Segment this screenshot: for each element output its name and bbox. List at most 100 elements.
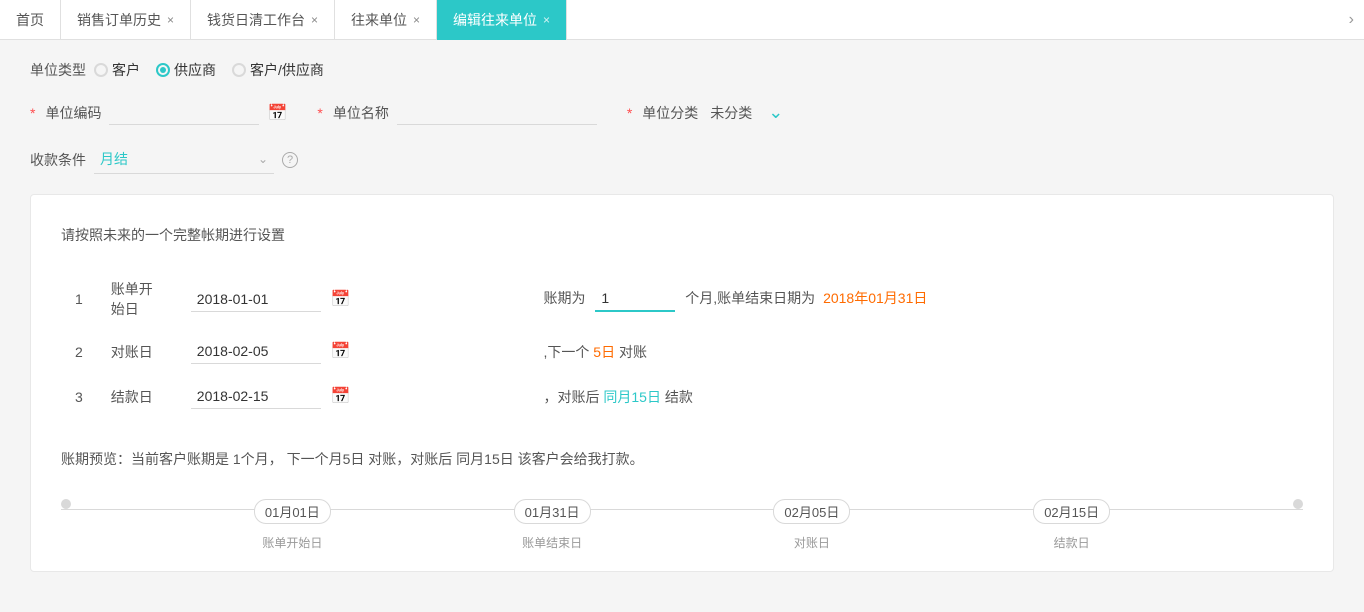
tab-cash-work-close[interactable]: × xyxy=(311,13,318,27)
tab-sales-history-close[interactable]: × xyxy=(167,13,174,27)
preview-3: 对账，对账后 xyxy=(368,451,452,467)
timeline-dot-end xyxy=(1293,499,1303,509)
step-1-name: 账单开始日 xyxy=(97,269,177,329)
unit-type-label: 单位类型 xyxy=(30,60,86,80)
radio-both-label: 客户/供应商 xyxy=(250,60,324,80)
preview-label: 账期预览：当前客户账期是 xyxy=(61,451,229,467)
step-1-period-cell: 账期为 个月,账单结束日期为 2018年01月31日 xyxy=(530,269,1304,329)
step-1-period-label: 账期为 xyxy=(544,290,586,306)
step-2-suffix-pre: ,下一个 xyxy=(544,344,590,360)
step-2-row: 2 对账日 📅 ,下一个 5日 对账 xyxy=(61,329,1303,374)
unit-name-star: * xyxy=(317,105,322,121)
steps-table: 1 账单开始日 📅 账期为 个月,账单结束日期为 2018年01月31日 xyxy=(61,269,1303,419)
unit-code-field: * 单位编码 000001 📅 xyxy=(30,100,287,125)
timeline-point-0: 01月01日 账单开始日 xyxy=(254,499,331,551)
step-3-date-cell: 📅 xyxy=(177,374,530,419)
tab-cash-work[interactable]: 钱货日清工作台 × xyxy=(191,0,335,40)
tabs-scroll-right[interactable]: › xyxy=(1339,11,1364,29)
timeline-badge-3: 02月15日 xyxy=(1033,499,1110,524)
unit-code-calendar-icon[interactable]: 📅 xyxy=(267,103,287,123)
step-1-date-input[interactable] xyxy=(191,287,321,312)
step-3-calendar-icon[interactable]: 📅 xyxy=(331,388,351,405)
step-1-num: 1 xyxy=(61,269,97,329)
timeline-label-0: 账单开始日 xyxy=(262,534,322,551)
tab-edit-partner-close[interactable]: × xyxy=(543,13,550,27)
timeline-point-start-dot xyxy=(61,499,71,551)
unit-code-star: * xyxy=(30,105,35,121)
payment-condition-select-arrow: ⌄ xyxy=(258,152,268,166)
timeline-point-1: 01月31日 账单结束日 xyxy=(514,499,591,551)
timeline-label-1: 账单结束日 xyxy=(522,534,582,551)
unit-category-dropdown-icon[interactable]: ⌄ xyxy=(768,102,783,123)
step-3-suffix-cell: ，对账后 同月15日 结款 xyxy=(530,374,1304,419)
payment-condition-select-value: 月结 xyxy=(100,149,254,169)
step-2-calendar-icon[interactable]: 📅 xyxy=(331,343,351,360)
step-3-suffix-pre: ，对账后 xyxy=(544,389,600,405)
timeline-badge-2: 02月05日 xyxy=(773,499,850,524)
step-2-suffix-post: 对账 xyxy=(619,344,647,360)
payment-condition-help-icon[interactable]: ? xyxy=(282,152,298,168)
unit-type-field: 单位类型 客户 供应商 客户/供应商 xyxy=(30,60,324,80)
unit-info-row: * 单位编码 000001 📅 * 单位名称 河南供应商22 * 单位分类 未分… xyxy=(30,100,1334,125)
radio-customer-label: 客户 xyxy=(112,60,140,80)
tab-sales-history-label: 销售订单历史 xyxy=(77,10,161,30)
tab-home-label: 首页 xyxy=(16,10,44,30)
step-2-name: 对账日 xyxy=(97,329,177,374)
step-1-calendar-icon[interactable]: 📅 xyxy=(331,291,351,308)
preview-section: 账期预览：当前客户账期是 1个月， 下一个月5日 对账，对账后 同月15日 该客… xyxy=(61,449,1303,469)
unit-category-star: * xyxy=(627,105,632,121)
unit-category-field: * 单位分类 未分类 ⌄ xyxy=(627,102,784,123)
step-2-date-cell: 📅 xyxy=(177,329,530,374)
step-3-name: 结款日 xyxy=(97,374,177,419)
timeline-dot-start xyxy=(61,499,71,509)
timeline-badge-0: 01月01日 xyxy=(254,499,331,524)
timeline-label-2: 对账日 xyxy=(794,534,830,551)
radio-both[interactable]: 客户/供应商 xyxy=(232,60,324,80)
preview-5: 该客户会给我打款。 xyxy=(518,451,644,467)
step-3-num: 3 xyxy=(61,374,97,419)
tab-cash-work-label: 钱货日清工作台 xyxy=(207,10,305,30)
tab-home[interactable]: 首页 xyxy=(0,0,61,40)
step-1-row: 1 账单开始日 📅 账期为 个月,账单结束日期为 2018年01月31日 xyxy=(61,269,1303,329)
unit-code-label: 单位编码 xyxy=(45,103,101,123)
radio-supplier-circle xyxy=(156,63,170,77)
timeline-label-3: 结款日 xyxy=(1054,534,1090,551)
payment-condition-row: 收款条件 月结 ⌄ ? xyxy=(30,145,1334,174)
timeline-point-3: 02月15日 结款日 xyxy=(1033,499,1110,551)
payment-condition-select[interactable]: 月结 ⌄ xyxy=(94,145,274,174)
payment-condition-label: 收款条件 xyxy=(30,150,86,170)
unit-type-row: 单位类型 客户 供应商 客户/供应商 xyxy=(30,60,1334,80)
timeline: 01月01日 账单开始日 01月31日 账单结束日 02月05日 对账日 02月… xyxy=(61,489,1303,551)
settings-card: 请按照未来的一个完整帐期进行设置 1 账单开始日 📅 账期为 个月,账单结束日期… xyxy=(30,194,1334,572)
tab-edit-partner-label: 编辑往来单位 xyxy=(453,10,537,30)
radio-customer[interactable]: 客户 xyxy=(94,60,140,80)
tab-partner-unit-close[interactable]: × xyxy=(413,13,420,27)
unit-category-value: 未分类 xyxy=(710,103,752,123)
card-title: 请按照未来的一个完整帐期进行设置 xyxy=(61,225,1303,245)
step-2-date-input[interactable] xyxy=(191,339,321,364)
unit-code-input[interactable]: 000001 xyxy=(109,100,259,125)
step-3-date-input[interactable] xyxy=(191,384,321,409)
preview-2: 下一个月5日 xyxy=(287,451,365,467)
tab-edit-partner[interactable]: 编辑往来单位 × xyxy=(437,0,567,40)
unit-category-label: 单位分类 xyxy=(642,103,698,123)
step-1-period-input[interactable] xyxy=(595,286,675,312)
step-3-row: 3 结款日 📅 ，对账后 同月15日 结款 xyxy=(61,374,1303,419)
radio-supplier[interactable]: 供应商 xyxy=(156,60,216,80)
radio-both-circle xyxy=(232,63,246,77)
timeline-point-end-dot xyxy=(1293,499,1303,551)
step-1-date-cell: 📅 xyxy=(177,269,530,329)
payment-condition-field: 收款条件 月结 ⌄ ? xyxy=(30,145,298,174)
unit-name-input[interactable]: 河南供应商22 xyxy=(397,100,597,125)
tabs-bar: 首页 销售订单历史 × 钱货日清工作台 × 往来单位 × 编辑往来单位 × › xyxy=(0,0,1364,40)
radio-supplier-label: 供应商 xyxy=(174,60,216,80)
tab-sales-history[interactable]: 销售订单历史 × xyxy=(61,0,191,40)
step-2-num: 2 xyxy=(61,329,97,374)
step-2-suffix-highlight: 5日 xyxy=(593,344,615,360)
unit-name-field: * 单位名称 河南供应商22 xyxy=(317,100,596,125)
timeline-points: 01月01日 账单开始日 01月31日 账单结束日 02月05日 对账日 02月… xyxy=(61,499,1303,551)
radio-customer-circle xyxy=(94,63,108,77)
timeline-point-2: 02月05日 对账日 xyxy=(773,499,850,551)
tab-partner-unit[interactable]: 往来单位 × xyxy=(335,0,437,40)
tab-partner-unit-label: 往来单位 xyxy=(351,10,407,30)
